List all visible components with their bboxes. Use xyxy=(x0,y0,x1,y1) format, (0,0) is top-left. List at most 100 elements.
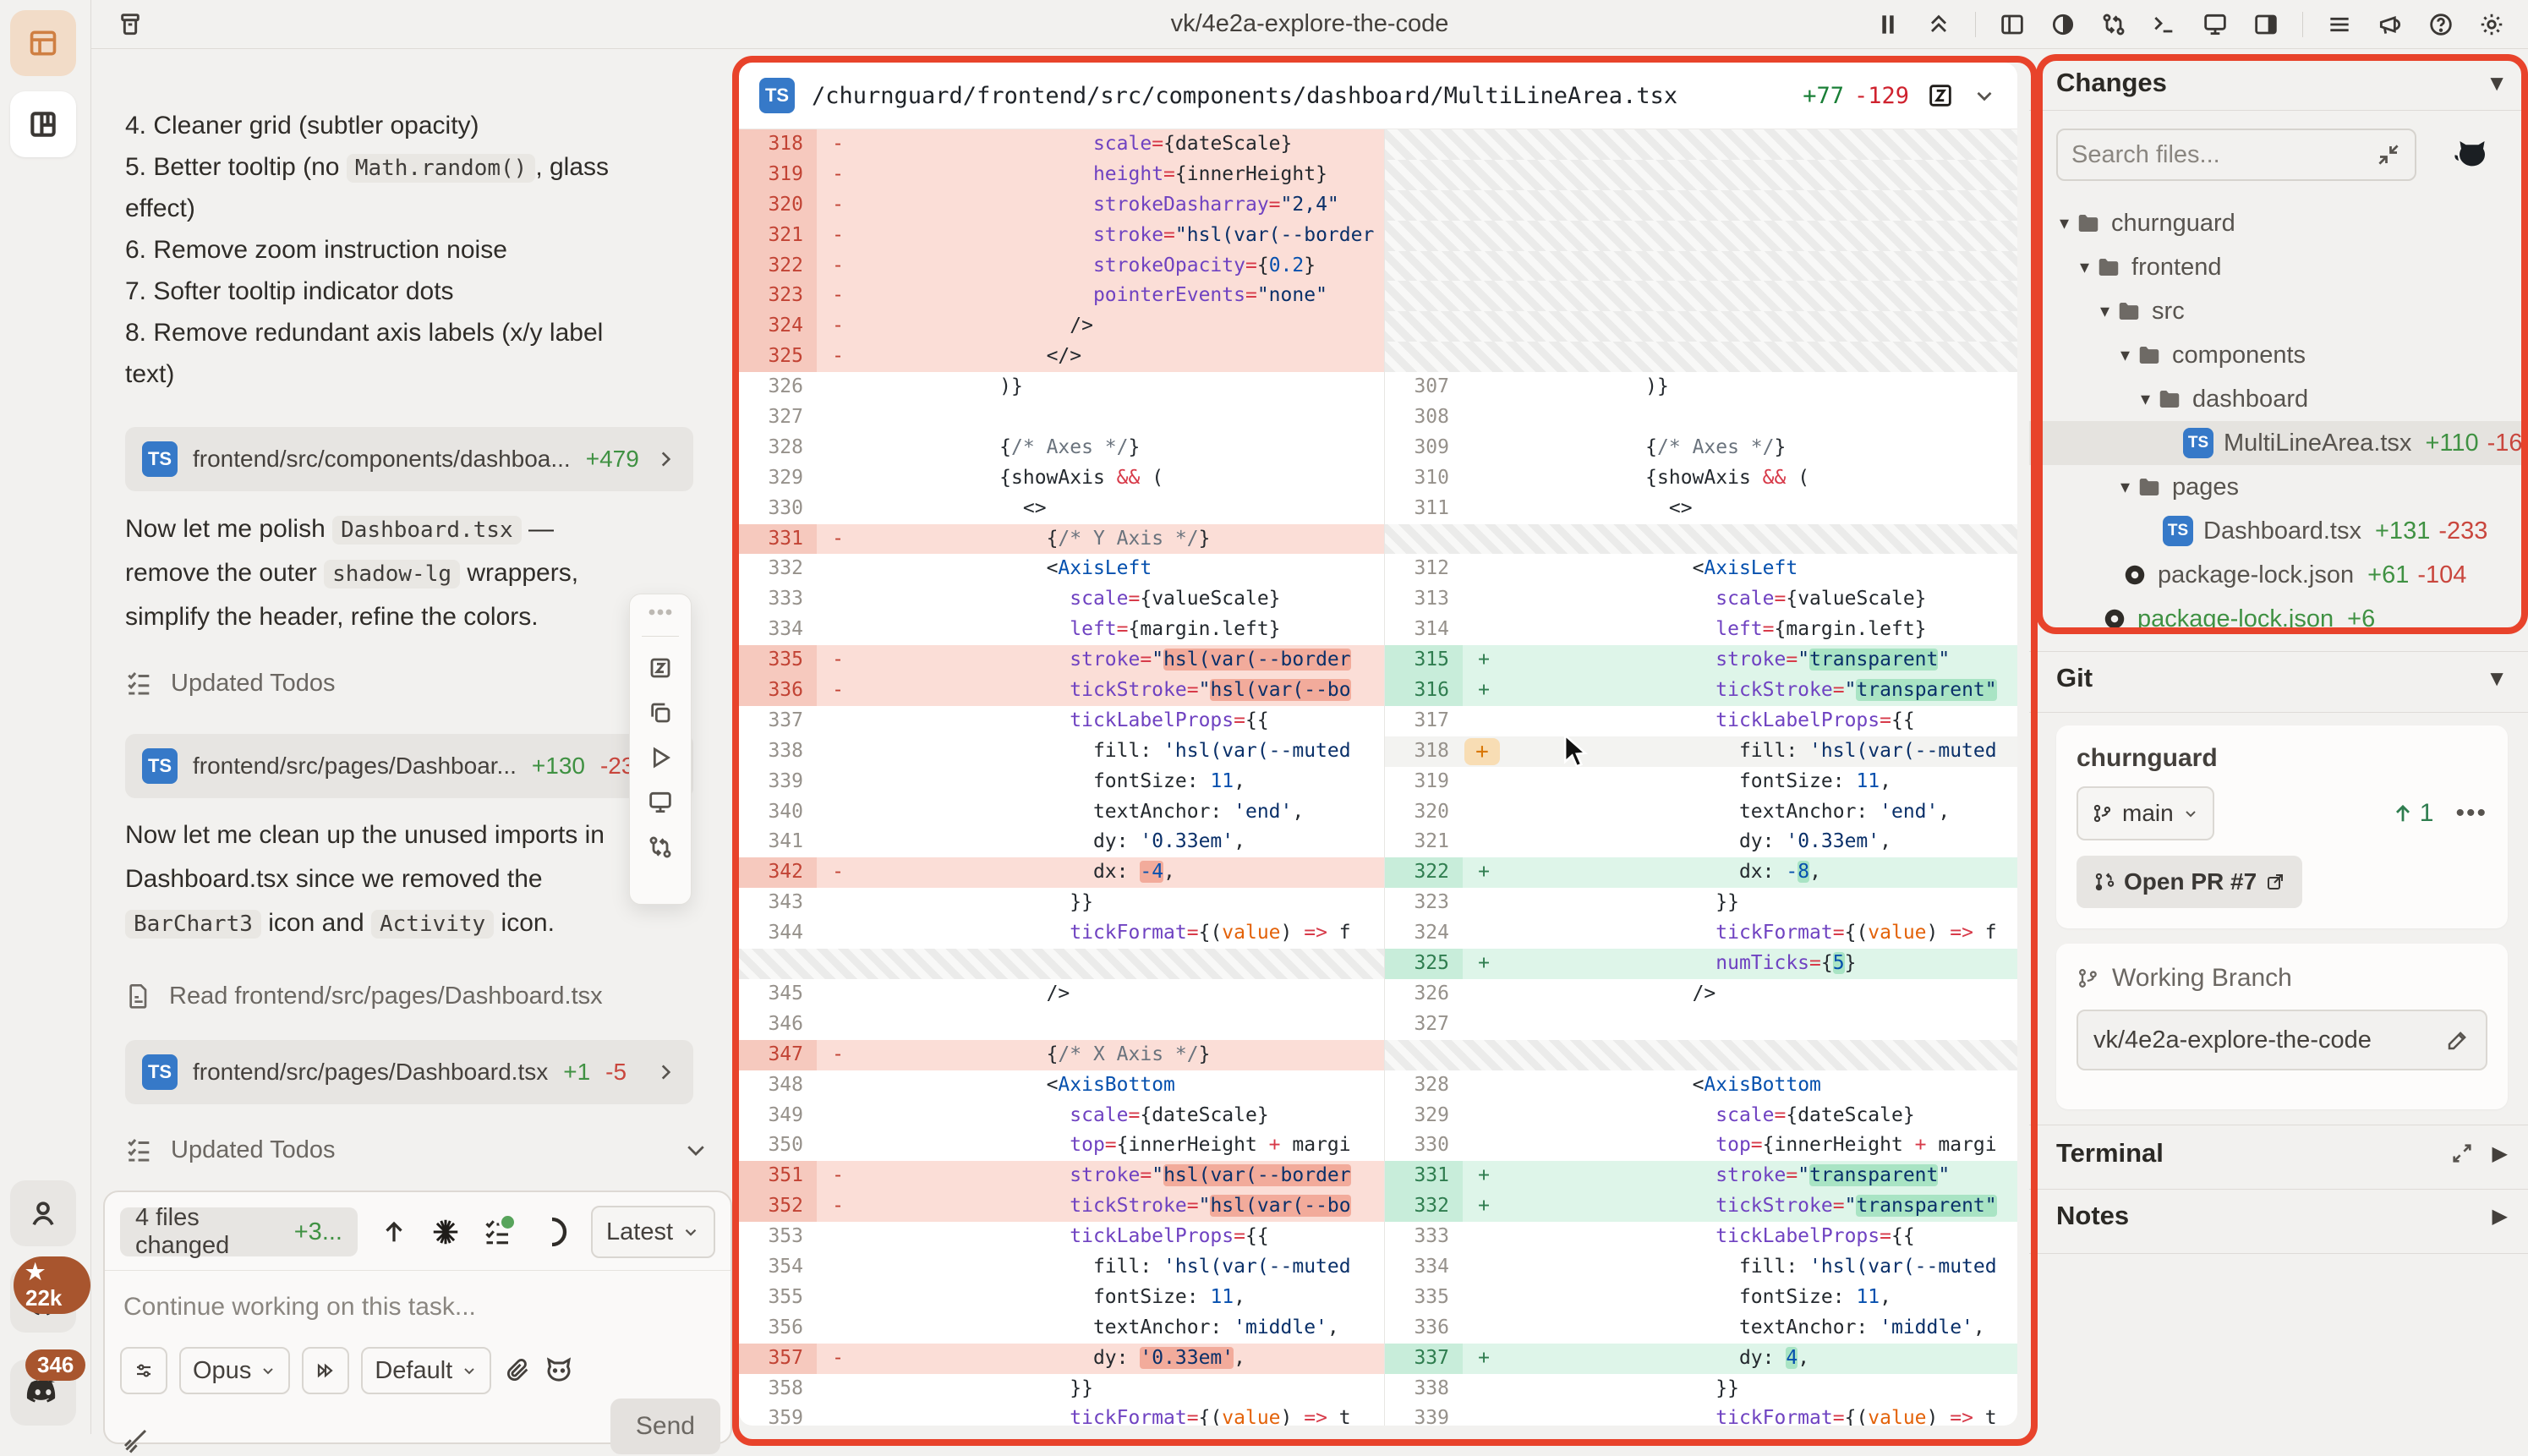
dots-icon[interactable] xyxy=(646,606,675,618)
diff-row[interactable]: 334 fill: 'hsl(var(--muted xyxy=(1385,1252,2017,1283)
diff-row[interactable]: 353 tickLabelProps={{ xyxy=(739,1222,1384,1252)
tree-folder-churnguard[interactable]: ▾churnguard xyxy=(2029,201,2528,245)
todo-update-row-2[interactable]: Updated Todos xyxy=(125,1130,709,1170)
caret-down-icon[interactable]: ▾ xyxy=(2120,476,2130,498)
fast-forward-button[interactable] xyxy=(302,1347,349,1394)
diff-row[interactable]: 321- stroke="hsl(var(--border xyxy=(739,221,1384,251)
monitor-icon[interactable] xyxy=(647,789,674,816)
panel-right-icon[interactable] xyxy=(2252,10,2280,39)
diff-row[interactable]: 309 {/* Axes */} xyxy=(1385,433,2017,463)
diff-row[interactable]: 340 textAnchor: 'end', xyxy=(739,797,1384,828)
caret-down-icon[interactable]: ▾ xyxy=(2141,388,2150,410)
chevron-right-icon[interactable]: ▶ xyxy=(2492,1141,2508,1166)
diff-row[interactable]: 335- stroke="hsl(var(--border xyxy=(739,645,1384,676)
diff-row[interactable]: 347- {/* X Axis */} xyxy=(739,1040,1384,1070)
diff-row[interactable]: 355 fontSize: 11, xyxy=(739,1283,1384,1313)
edit-diff-icon[interactable] xyxy=(647,654,674,681)
tree-folder-frontend[interactable]: ▾frontend xyxy=(2029,245,2528,289)
diff-row[interactable]: 308 xyxy=(1385,402,2017,433)
diff-row[interactable]: 314 left={margin.left} xyxy=(1385,615,2017,645)
caret-down-icon[interactable]: ▾ xyxy=(2120,344,2130,366)
chevron-right-icon[interactable]: ▶ xyxy=(2492,1204,2508,1229)
diff-row[interactable]: 330 <> xyxy=(739,494,1384,524)
tree-folder-pages[interactable]: ▾pages xyxy=(2029,465,2528,509)
diff-row[interactable]: 335 fontSize: 11, xyxy=(1385,1283,2017,1313)
attach-icon[interactable] xyxy=(503,1356,532,1385)
diff-row[interactable]: 326 )} xyxy=(739,372,1384,402)
diff-row[interactable]: 328 <AxisBottom xyxy=(1385,1070,2017,1101)
diff-row[interactable]: 357- dy: '0.33em', xyxy=(739,1344,1384,1374)
monitor-icon[interactable] xyxy=(2201,10,2230,39)
diff-row[interactable]: 338 fill: 'hsl(var(--muted xyxy=(739,736,1384,767)
mode-dropdown[interactable]: Default xyxy=(361,1347,491,1394)
diff-row[interactable]: 334 left={margin.left} xyxy=(739,615,1384,645)
notes-section-header[interactable]: Notes ▶ xyxy=(2056,1201,2508,1231)
megaphone-icon[interactable] xyxy=(2376,10,2405,39)
diff-row[interactable]: 356 textAnchor: 'middle', xyxy=(739,1313,1384,1344)
pause-icon[interactable] xyxy=(1874,10,1902,39)
tree-file-package-lock.json[interactable]: package-lock.json+61-104 xyxy=(2029,553,2528,597)
diff-row[interactable]: 323- pointerEvents="none" xyxy=(739,281,1384,311)
diff-row[interactable]: 310 {showAxis && ( xyxy=(1385,463,2017,494)
scroll-up-icon[interactable] xyxy=(380,1218,408,1246)
diff-row[interactable]: 359 tickFormat={(value) => t xyxy=(739,1404,1384,1426)
tree-file-Dashboard.tsx[interactable]: TSDashboard.tsx+131-233 xyxy=(2029,509,2528,553)
diff-row[interactable]: 344 tickFormat={(value) => f xyxy=(739,918,1384,949)
diff-row[interactable]: 341 dy: '0.33em', xyxy=(739,827,1384,857)
workspace-tab-kanban[interactable] xyxy=(10,91,76,157)
diff-row[interactable]: 321 dy: '0.33em', xyxy=(1385,827,2017,857)
diff-row[interactable]: 348 <AxisBottom xyxy=(739,1070,1384,1101)
diff-row[interactable]: 343 }} xyxy=(739,888,1384,918)
diff-row[interactable]: 345 /> xyxy=(739,979,1384,1010)
diff-row[interactable]: 336 textAnchor: 'middle', xyxy=(1385,1313,2017,1344)
diff-row[interactable]: 331- {/* Y Axis */} xyxy=(739,524,1384,555)
tree-folder-src[interactable]: ▾src xyxy=(2029,289,2528,333)
diff-row[interactable]: 319- height={innerHeight} xyxy=(739,160,1384,190)
diff-row[interactable]: 312 <AxisLeft xyxy=(1385,554,2017,584)
caret-down-icon[interactable]: ▾ xyxy=(2100,300,2109,322)
cat-icon[interactable] xyxy=(2452,134,2492,174)
settings-sliders-button[interactable] xyxy=(120,1347,167,1394)
search-files-input[interactable]: Search files... xyxy=(2056,129,2416,181)
collapse-tree-icon[interactable] xyxy=(2376,142,2401,167)
diff-row[interactable]: 333 tickLabelProps={{ xyxy=(1385,1222,2017,1252)
diff-row[interactable]: 316+ tickStroke="transparent" xyxy=(1385,676,2017,706)
diff-row[interactable]: 322+ dx: -8, xyxy=(1385,857,2017,888)
working-branch-input[interactable]: vk/4e2a-explore-the-code xyxy=(2077,1010,2487,1070)
diff-row[interactable]: 354 fill: 'hsl(var(--muted xyxy=(739,1252,1384,1283)
diff-row[interactable]: 327 xyxy=(739,402,1384,433)
read-file-row[interactable]: Read frontend/src/pages/Dashboard.tsx xyxy=(125,976,603,1016)
diff-row[interactable]: 322- strokeOpacity={0.2} xyxy=(739,251,1384,282)
tree-file-MultiLineArea.tsx[interactable]: TSMultiLineArea.tsx+110-162 xyxy=(2029,421,2528,465)
chevron-down-icon[interactable] xyxy=(683,1137,709,1163)
diff-row[interactable]: 325+ numTicks={5} xyxy=(1385,949,2017,979)
collapse-chevron-icon[interactable] xyxy=(1972,83,1997,108)
play-icon[interactable] xyxy=(647,744,674,771)
diff-row[interactable]: 329 scale={dateScale} xyxy=(1385,1101,2017,1131)
diff-row[interactable]: 315+ stroke="transparent" xyxy=(1385,645,2017,676)
add-comment-button[interactable]: + xyxy=(1463,736,1505,767)
git-compare-icon[interactable] xyxy=(647,834,674,861)
diff-row[interactable]: 323 }} xyxy=(1385,888,2017,918)
more-menu-icon[interactable]: ••• xyxy=(2455,799,2487,828)
diff-row[interactable]: 319 fontSize: 11, xyxy=(1385,767,2017,797)
diff-row[interactable]: 331+ stroke="transparent" xyxy=(1385,1161,2017,1191)
diff-row[interactable]: 349 scale={dateScale} xyxy=(739,1101,1384,1131)
send-button[interactable]: Send xyxy=(610,1399,720,1454)
git-compare-icon[interactable] xyxy=(2099,10,2128,39)
diff-row[interactable]: 320 textAnchor: 'end', xyxy=(1385,797,2017,828)
copy-icon[interactable] xyxy=(647,699,674,726)
account-button[interactable] xyxy=(10,1180,76,1246)
panel-left-icon[interactable] xyxy=(1998,10,2027,39)
workspace-tab-active[interactable] xyxy=(10,10,76,76)
file-chip-pages-dashboard[interactable]: TS frontend/src/pages/Dashboar... +130 -… xyxy=(125,734,693,798)
contrast-icon[interactable] xyxy=(2049,10,2077,39)
diff-row[interactable]: 313 scale={valueScale} xyxy=(1385,584,2017,615)
diff-row[interactable]: 339 tickFormat={(value) => t xyxy=(1385,1404,2017,1426)
diff-row[interactable]: 339 fontSize: 11, xyxy=(739,767,1384,797)
diff-row[interactable]: 327 xyxy=(1385,1010,2017,1040)
diff-row[interactable]: 311 <> xyxy=(1385,494,2017,524)
diff-row[interactable]: 338 }} xyxy=(1385,1374,2017,1404)
git-header[interactable]: Git ▼ xyxy=(2056,663,2508,693)
caret-down-icon[interactable]: ▾ xyxy=(2060,212,2069,234)
